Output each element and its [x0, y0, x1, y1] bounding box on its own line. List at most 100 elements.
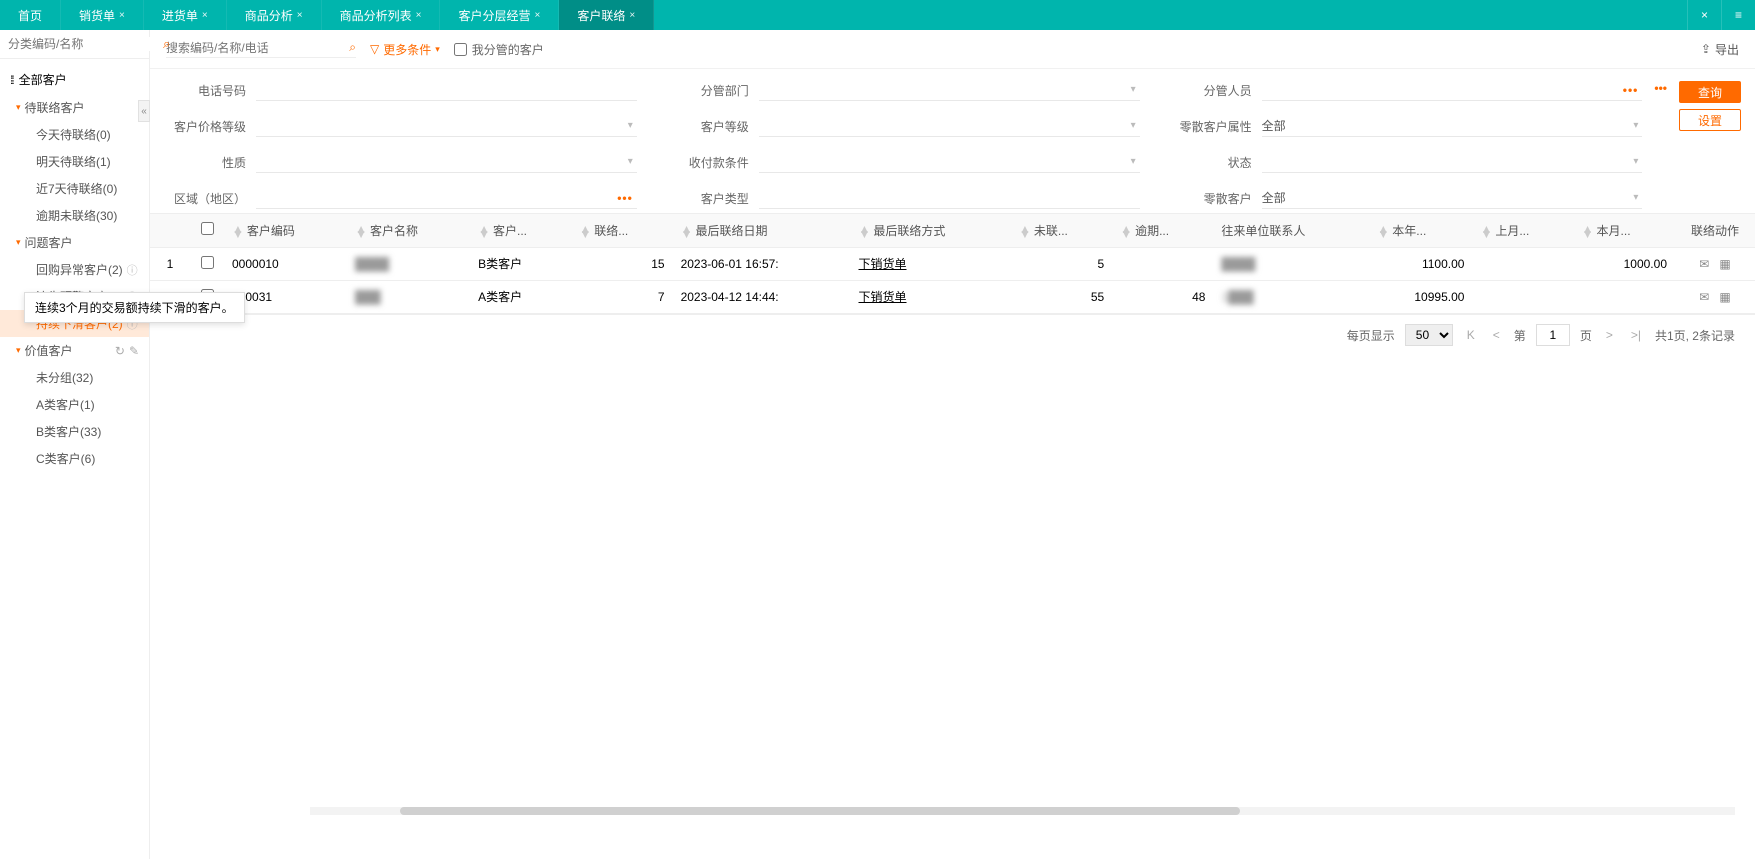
table-header[interactable]: ▲▼最后联络日期: [673, 214, 851, 247]
tab-customer-contact[interactable]: 客户联络×: [559, 0, 654, 30]
table-header[interactable]: [150, 214, 190, 247]
close-icon[interactable]: ×: [297, 10, 303, 21]
filter-input[interactable]: [759, 187, 1140, 209]
sort-icon[interactable]: ▲▼: [859, 227, 871, 237]
sidebar-item[interactable]: 逾期未联络(30): [0, 202, 149, 229]
filter-input[interactable]: ▾: [1262, 151, 1643, 173]
table-header[interactable]: ▲▼客户编码: [224, 214, 347, 247]
search-icon[interactable]: ⌕: [349, 40, 356, 55]
sort-icon[interactable]: ▲▼: [1480, 227, 1492, 237]
sort-icon[interactable]: ▲▼: [1120, 227, 1132, 237]
per-page-select[interactable]: 50: [1405, 324, 1453, 346]
row-checkbox[interactable]: [201, 256, 214, 269]
table-row[interactable]: 2000031███A类客户72023-04-12 14:44:下销货单5548…: [150, 280, 1755, 313]
group-pending[interactable]: ▾待联络客户: [0, 94, 149, 121]
help-icon[interactable]: ⓘ: [127, 262, 138, 278]
table-header[interactable]: ▲▼客户...: [470, 214, 571, 247]
sidebar-item[interactable]: 今天待联络(0): [0, 121, 149, 148]
tab-sales[interactable]: 销货单×: [61, 0, 144, 30]
sidebar-item[interactable]: B类客户(33): [0, 418, 149, 445]
table-header[interactable]: ▲▼本月...: [1574, 214, 1675, 247]
more-icon[interactable]: •••: [617, 191, 633, 205]
sort-icon[interactable]: ▲▼: [232, 227, 244, 237]
next-page-icon[interactable]: >: [1602, 328, 1617, 342]
chat-icon[interactable]: ✉: [1699, 290, 1709, 304]
close-icon[interactable]: ×: [534, 10, 540, 21]
more-icon[interactable]: •••: [1623, 83, 1639, 97]
filter-input[interactable]: 全部▾: [1262, 187, 1643, 209]
query-button[interactable]: 查询: [1679, 81, 1741, 103]
table-header[interactable]: ▲▼联络...: [571, 214, 672, 247]
my-customers-checkbox[interactable]: 我分管的客户: [454, 41, 544, 58]
filter-input[interactable]: •••: [256, 187, 637, 209]
scrollbar-thumb[interactable]: [400, 807, 1240, 815]
select-all-checkbox[interactable]: [201, 222, 214, 235]
filter-input[interactable]: ▾: [759, 115, 1140, 137]
chat-icon[interactable]: ✉: [1699, 257, 1709, 271]
sidebar-item[interactable]: C类客户(6): [0, 445, 149, 472]
tab-customer-tier[interactable]: 客户分层经营×: [440, 0, 559, 30]
sort-icon[interactable]: ▲▼: [478, 227, 490, 237]
search-input[interactable]: [166, 41, 349, 55]
close-icon[interactable]: ×: [202, 10, 208, 21]
group-value[interactable]: ▾价值客户↻✎: [0, 337, 149, 364]
table-header[interactable]: 联络动作: [1675, 214, 1755, 247]
first-page-icon[interactable]: K: [1463, 328, 1479, 342]
settings-button[interactable]: 设置: [1679, 109, 1741, 131]
qr-icon[interactable]: ▦: [1719, 257, 1730, 271]
filter-input[interactable]: •••: [1262, 79, 1643, 101]
sidebar-item[interactable]: 未分组(32): [0, 364, 149, 391]
edit-icon[interactable]: ✎: [129, 344, 139, 358]
table-header[interactable]: ▲▼本年...: [1369, 214, 1472, 247]
table-header[interactable]: ▲▼最后联络方式: [851, 214, 1011, 247]
tree-root[interactable]: ⁞⁞全部客户: [0, 65, 149, 94]
tab-home[interactable]: 首页: [0, 0, 61, 30]
tab-product-analysis-list[interactable]: 商品分析列表×: [322, 0, 441, 30]
sort-icon[interactable]: ▲▼: [681, 227, 693, 237]
last-page-icon[interactable]: >|: [1627, 328, 1645, 342]
table-header[interactable]: ▲▼客户名称: [347, 214, 470, 247]
link[interactable]: 下销货单: [859, 257, 907, 271]
close-icon[interactable]: ×: [629, 10, 635, 21]
menu-icon[interactable]: ≡: [1721, 0, 1755, 30]
link[interactable]: 下销货单: [859, 290, 907, 304]
filter-input[interactable]: 全部▾: [1262, 115, 1643, 137]
sort-icon[interactable]: ▲▼: [1019, 227, 1031, 237]
filter-input[interactable]: [256, 79, 637, 101]
more-icon[interactable]: •••: [1650, 79, 1671, 97]
checkbox[interactable]: [454, 43, 467, 56]
table-row[interactable]: 10000010████B类客户152023-06-01 16:57:下销货单5…: [150, 247, 1755, 280]
sort-icon[interactable]: ▲▼: [1377, 227, 1389, 237]
sidebar-item[interactable]: 近7天待联络(0): [0, 175, 149, 202]
group-problem[interactable]: ▾问题客户: [0, 229, 149, 256]
sort-icon[interactable]: ▲▼: [579, 227, 591, 237]
table-header[interactable]: ▲▼逾期...: [1112, 214, 1213, 247]
filter-input[interactable]: ▾: [759, 151, 1140, 173]
tab-product-analysis[interactable]: 商品分析×: [227, 0, 322, 30]
filter-input[interactable]: ▾: [759, 79, 1140, 101]
search-icon[interactable]: ⌕: [163, 36, 170, 52]
filter-input[interactable]: ▾: [256, 115, 637, 137]
close-all-icon[interactable]: ×: [1687, 0, 1721, 30]
more-conditions[interactable]: ▽更多条件▾: [370, 41, 440, 58]
sidebar-item[interactable]: 回购异常客户(2)ⓘ: [0, 256, 149, 283]
prev-page-icon[interactable]: <: [1489, 328, 1504, 342]
sort-icon[interactable]: ▲▼: [1582, 227, 1594, 237]
horizontal-scrollbar[interactable]: [310, 807, 1735, 815]
filter-input[interactable]: ▾: [256, 151, 637, 173]
close-icon[interactable]: ×: [119, 10, 125, 21]
page-input[interactable]: [1536, 324, 1570, 346]
table-header[interactable]: [190, 214, 224, 247]
table-header[interactable]: 往来单位联系人: [1213, 214, 1369, 247]
export-button[interactable]: ⇪导出: [1701, 41, 1739, 58]
close-icon[interactable]: ×: [416, 10, 422, 21]
collapse-icon[interactable]: «: [138, 100, 150, 122]
sidebar-item[interactable]: 明天待联络(1): [0, 148, 149, 175]
refresh-icon[interactable]: ↻: [115, 344, 125, 358]
sidebar-search-input[interactable]: [8, 37, 163, 51]
tab-purchase[interactable]: 进货单×: [144, 0, 227, 30]
sort-icon[interactable]: ▲▼: [355, 227, 367, 237]
table-header[interactable]: ▲▼上月...: [1472, 214, 1573, 247]
table-header[interactable]: ▲▼未联...: [1011, 214, 1112, 247]
qr-icon[interactable]: ▦: [1719, 290, 1730, 304]
